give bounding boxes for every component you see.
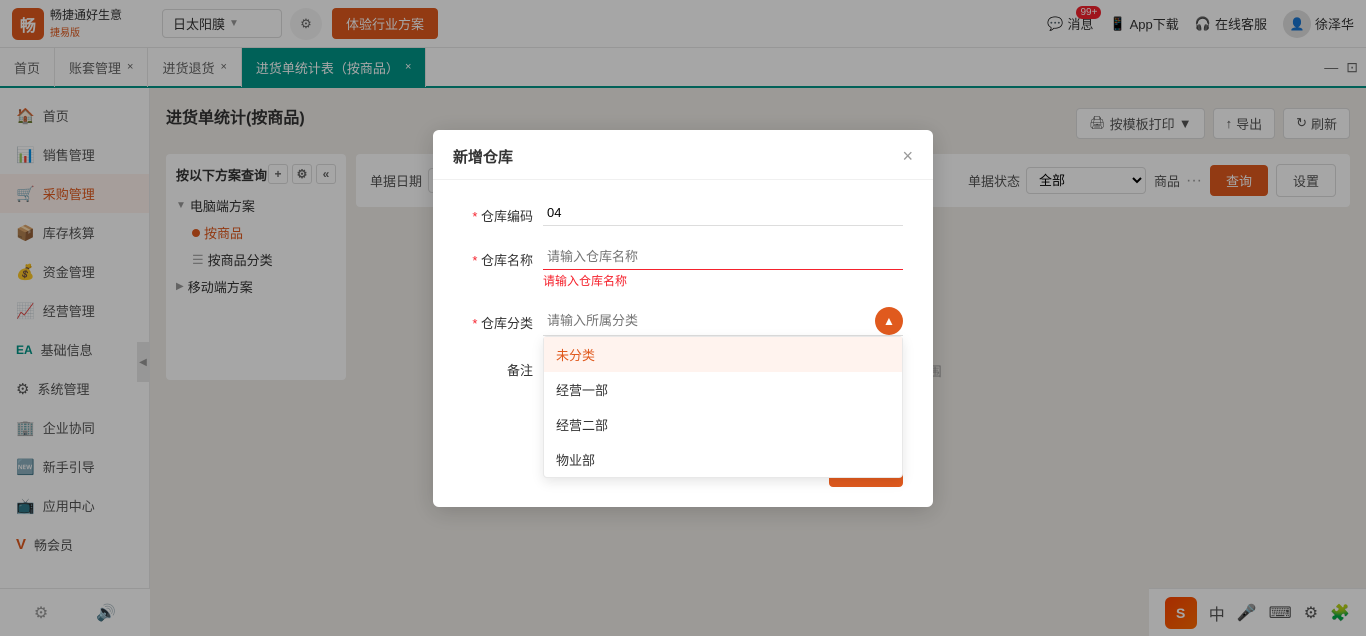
modal-title: 新增仓库 — [453, 146, 513, 167]
code-label: 仓库编码 — [463, 200, 543, 225]
category-option-0[interactable]: 未分类 — [544, 337, 902, 372]
category-dropdown-wrapper: ▲ 未分类 经营一部 经营二部 物业部 — [543, 307, 903, 336]
modal-close-button[interactable]: × — [902, 147, 913, 165]
category-label: 仓库分类 — [463, 307, 543, 332]
category-option-2[interactable]: 经营二部 — [544, 407, 902, 442]
form-row-category: 仓库分类 ▲ 未分类 经营一部 经营二部 物业部 — [463, 307, 903, 336]
form-row-name: 仓库名称 请输入仓库名称 — [463, 244, 903, 289]
name-input[interactable] — [543, 244, 903, 270]
category-option-3[interactable]: 物业部 — [544, 442, 902, 477]
category-dropdown-list: 未分类 经营一部 经营二部 物业部 — [543, 336, 903, 478]
note-label: 备注 — [463, 354, 543, 379]
new-warehouse-modal: 新增仓库 × 仓库编码 仓库名称 请输入仓库名称 仓库分类 — [433, 130, 933, 507]
code-input[interactable] — [543, 200, 903, 226]
dropdown-toggle-button[interactable]: ▲ — [875, 307, 903, 335]
category-option-1[interactable]: 经营一部 — [544, 372, 902, 407]
modal-body: 仓库编码 仓库名称 请输入仓库名称 仓库分类 ▲ — [433, 180, 933, 452]
category-input-row: ▲ — [543, 307, 903, 336]
modal-header: 新增仓库 × — [433, 130, 933, 180]
name-label: 仓库名称 — [463, 244, 543, 269]
modal-overlay: 新增仓库 × 仓库编码 仓库名称 请输入仓库名称 仓库分类 — [0, 0, 1366, 636]
category-input[interactable] — [543, 308, 875, 333]
name-error-message: 请输入仓库名称 — [543, 272, 903, 289]
form-row-code: 仓库编码 — [463, 200, 903, 226]
